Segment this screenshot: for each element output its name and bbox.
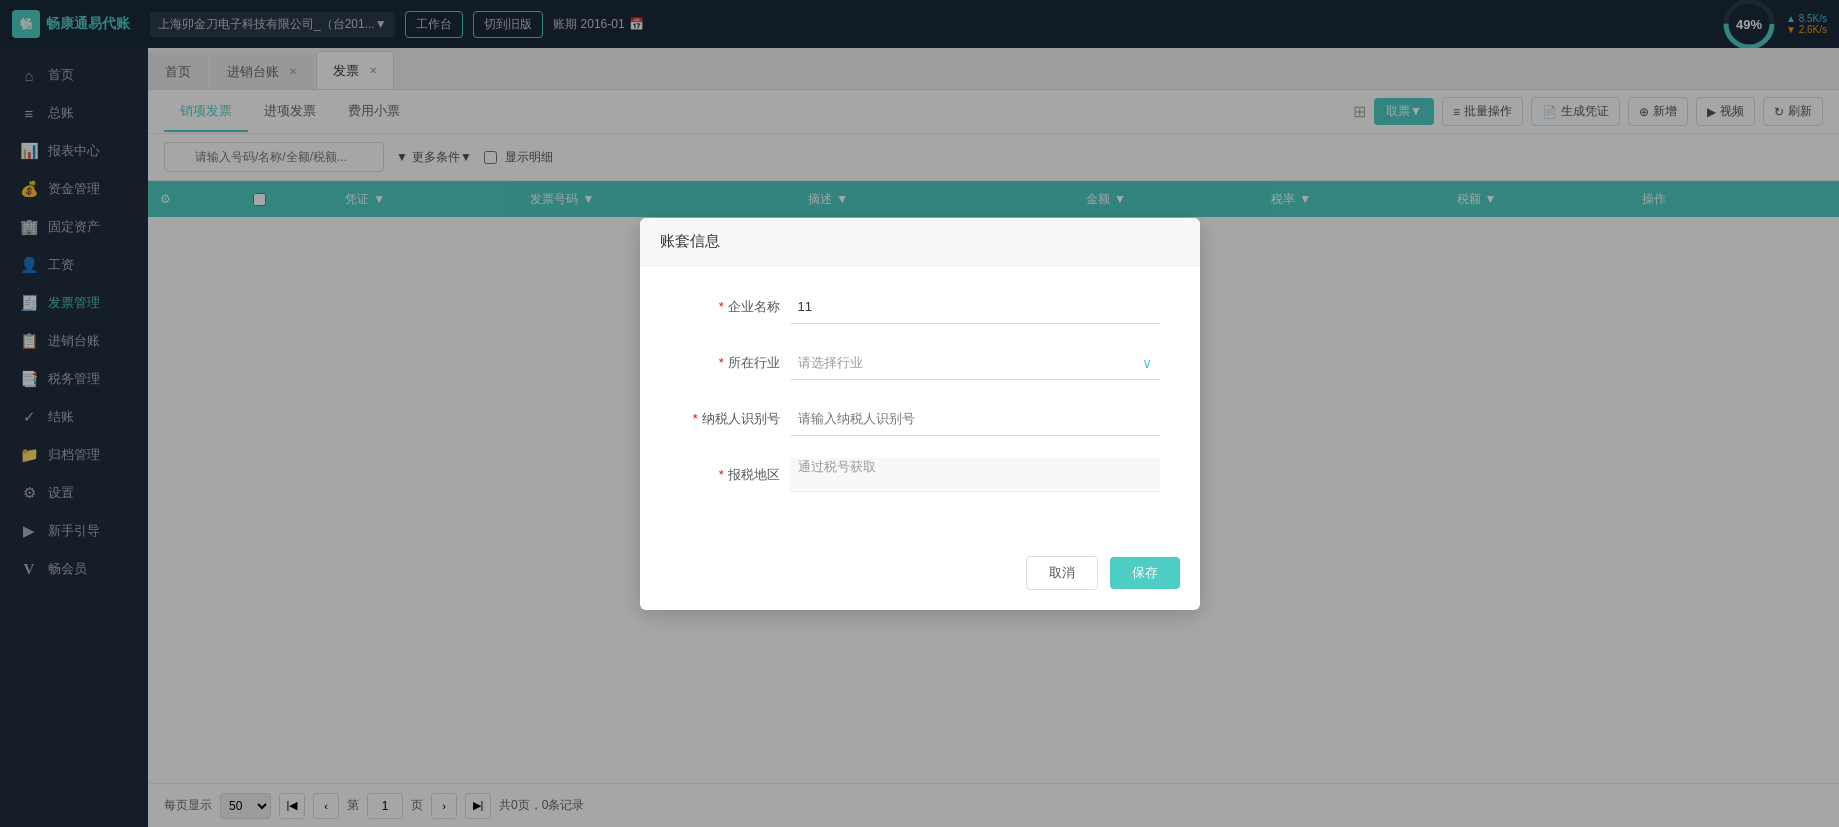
industry-select-wrap: 请选择行业 ∨ xyxy=(790,346,1160,380)
dialog-header: 账套信息 xyxy=(640,218,1200,266)
dialog-body: * 企业名称 * 所在行业 请选择行业 ∨ xyxy=(640,266,1200,544)
tax-id-label-text: 纳税人识别号 xyxy=(702,411,780,426)
tax-region-label: * 报税地区 xyxy=(680,466,790,484)
company-name-input[interactable] xyxy=(790,290,1160,324)
dialog-footer: 取消 保存 xyxy=(640,544,1200,610)
industry-label-text: 所在行业 xyxy=(728,355,780,370)
cancel-button[interactable]: 取消 xyxy=(1026,556,1098,590)
save-button[interactable]: 保存 xyxy=(1110,557,1180,589)
tax-region-row: * 报税地区 通过税号获取 xyxy=(680,458,1160,492)
account-info-dialog: 账套信息 * 企业名称 * 所在行业 请选择行业 xyxy=(640,218,1200,610)
company-name-label: * 企业名称 xyxy=(680,298,790,316)
tax-region-label-text: 报税地区 xyxy=(728,467,780,482)
tax-region-placeholder: 通过税号获取 xyxy=(798,459,876,474)
tax-region-display: 通过税号获取 xyxy=(790,458,1160,492)
industry-select[interactable]: 请选择行业 xyxy=(790,346,1160,380)
tax-id-label: * 纳税人识别号 xyxy=(680,410,790,428)
dialog-title: 账套信息 xyxy=(660,232,720,249)
company-label-text: 企业名称 xyxy=(728,299,780,314)
company-name-row: * 企业名称 xyxy=(680,290,1160,324)
industry-label: * 所在行业 xyxy=(680,354,790,372)
tax-id-row: * 纳税人识别号 xyxy=(680,402,1160,436)
tax-id-input[interactable] xyxy=(790,402,1160,436)
industry-row: * 所在行业 请选择行业 ∨ xyxy=(680,346,1160,380)
modal-overlay: 账套信息 * 企业名称 * 所在行业 请选择行业 xyxy=(0,0,1839,827)
